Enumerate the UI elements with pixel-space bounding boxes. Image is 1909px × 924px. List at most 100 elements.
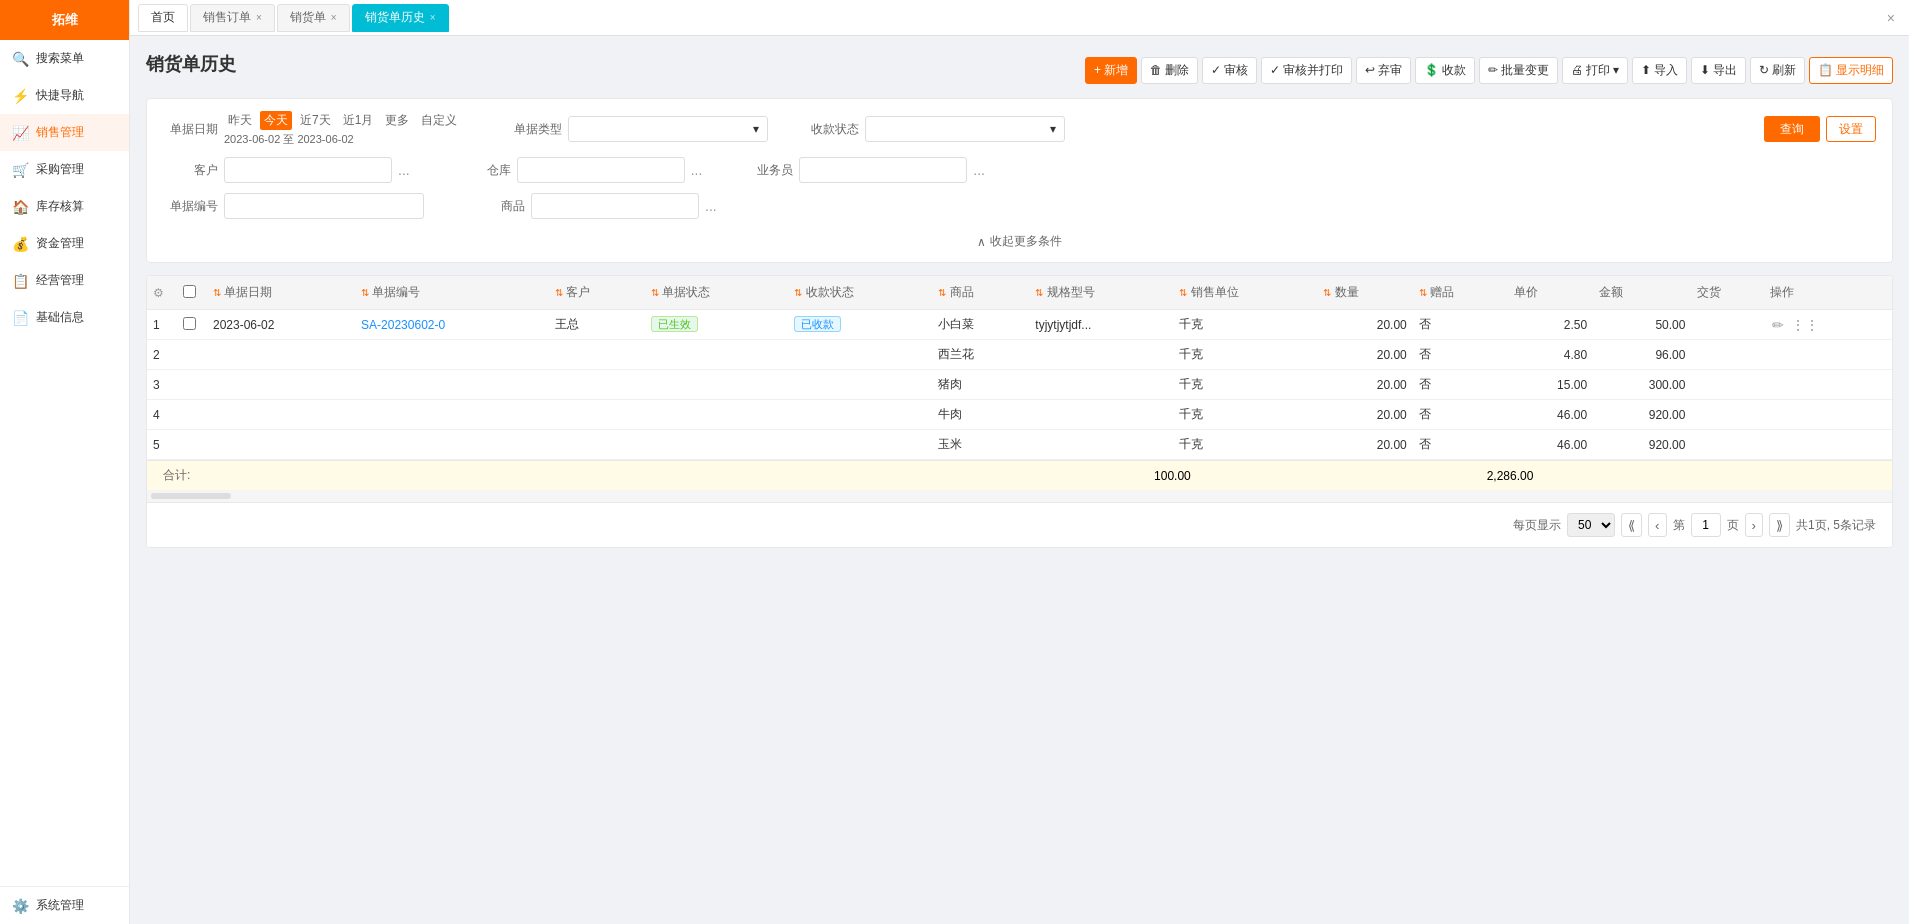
table-row: 2西兰花千克20.00否4.8096.00 bbox=[147, 340, 1892, 370]
window-close-button[interactable]: × bbox=[1881, 10, 1901, 26]
edit-action-icon[interactable]: ✏ bbox=[1772, 317, 1784, 333]
sidebar-item-sales-mgmt[interactable]: 📈 销售管理 bbox=[0, 114, 129, 151]
per-page-select[interactable]: 50 bbox=[1567, 513, 1615, 537]
col-unit[interactable]: ⇅ 销售单位 bbox=[1173, 276, 1317, 310]
cell-spec: tyjytjytjdf... bbox=[1029, 310, 1173, 340]
col-settings[interactable]: ⚙ bbox=[147, 276, 177, 310]
delete-button[interactable]: 🗑 删除 bbox=[1141, 57, 1198, 84]
filter-payment-status: 收款状态 ▾ bbox=[804, 116, 1065, 142]
batch-change-button[interactable]: ✏ 批量变更 bbox=[1479, 57, 1558, 84]
col-pay-status[interactable]: ⇅ 收款状态 bbox=[788, 276, 932, 310]
select-all-checkbox[interactable] bbox=[183, 285, 196, 298]
doc-number-input[interactable] bbox=[224, 193, 424, 219]
table-settings-icon[interactable]: ⚙ bbox=[153, 286, 164, 300]
col-date[interactable]: ⇅ 单据日期 bbox=[207, 276, 355, 310]
cell-spec bbox=[1029, 400, 1173, 430]
cell-trade bbox=[1691, 430, 1764, 460]
export-button[interactable]: ⬇ 导出 bbox=[1691, 57, 1746, 84]
prev-page-button[interactable]: ‹ bbox=[1648, 513, 1666, 537]
cell-customer bbox=[549, 430, 645, 460]
tab-sales-order[interactable]: 销售订单 × bbox=[190, 4, 275, 32]
sidebar-item-label: 销售管理 bbox=[36, 124, 84, 141]
cell-doc-no: SA-20230602-0 bbox=[355, 310, 549, 340]
print-icon: 🖨 bbox=[1571, 63, 1583, 77]
customer-input[interactable] bbox=[224, 157, 392, 183]
sidebar-item-system-mgmt[interactable]: ⚙️ 系统管理 bbox=[0, 887, 129, 924]
payment-status-select[interactable]: ▾ bbox=[865, 116, 1065, 142]
cell-gift: 否 bbox=[1413, 310, 1509, 340]
audit-button[interactable]: ✓ 审核 bbox=[1202, 57, 1257, 84]
page-number-input[interactable] bbox=[1691, 513, 1721, 537]
date-7days[interactable]: 近7天 bbox=[296, 111, 335, 130]
col-doc-no[interactable]: ⇅ 单据编号 bbox=[355, 276, 549, 310]
filter-date: 单据日期 昨天 今天 近7天 近1月 更多 自定义 2023-06-02 至 2… bbox=[163, 111, 461, 147]
col-gift[interactable]: ⇅ 赠品 bbox=[1413, 276, 1509, 310]
warehouse-dots[interactable]: ... bbox=[691, 162, 703, 178]
tab-sales-order-close[interactable]: × bbox=[256, 12, 262, 23]
col-spec[interactable]: ⇅ 规格型号 bbox=[1029, 276, 1173, 310]
date-today[interactable]: 今天 bbox=[260, 111, 292, 130]
last-page-button[interactable]: ⟫ bbox=[1769, 513, 1790, 537]
sidebar-item-label: 快捷导航 bbox=[36, 87, 84, 104]
salesperson-input[interactable] bbox=[799, 157, 967, 183]
customer-dots[interactable]: ... bbox=[398, 162, 410, 178]
doc-no-link[interactable]: SA-20230602-0 bbox=[361, 318, 445, 332]
query-button[interactable]: 查询 bbox=[1764, 116, 1820, 142]
product-dots[interactable]: ... bbox=[705, 198, 717, 214]
more-action-icon[interactable]: ⋮⋮ bbox=[1791, 317, 1819, 333]
print-button[interactable]: 🖨 打印 ▾ bbox=[1562, 57, 1628, 84]
filter-collapse-button[interactable]: ∧ 收起更多条件 bbox=[163, 229, 1876, 250]
collect-button[interactable]: 💲 收款 bbox=[1415, 57, 1475, 84]
col-qty[interactable]: ⇅ 数量 bbox=[1317, 276, 1413, 310]
horizontal-scrollbar[interactable] bbox=[147, 490, 1892, 502]
refresh-button[interactable]: ↻ 刷新 bbox=[1750, 57, 1805, 84]
tab-sales-history[interactable]: 销货单历史 × bbox=[352, 4, 449, 32]
date-more[interactable]: 更多 bbox=[381, 111, 413, 130]
warehouse-input[interactable] bbox=[517, 157, 685, 183]
date-shortcuts: 昨天 今天 近7天 近1月 更多 自定义 2023-06-02 至 2023-0… bbox=[224, 111, 461, 147]
sidebar-item-quick-nav[interactable]: ⚡ 快捷导航 bbox=[0, 77, 129, 114]
cell-checkbox bbox=[177, 340, 207, 370]
cell-doc-no bbox=[355, 430, 549, 460]
doc-type-select[interactable]: ▾ bbox=[568, 116, 768, 142]
scrollbar-thumb[interactable] bbox=[151, 493, 231, 499]
cell-pay-status: 已收款 bbox=[788, 310, 932, 340]
tab-sales-shipment-close[interactable]: × bbox=[331, 12, 337, 23]
audit-print-button[interactable]: ✓ 审核并打印 bbox=[1261, 57, 1352, 84]
show-detail-label: 显示明细 bbox=[1836, 62, 1884, 79]
row-checkbox[interactable] bbox=[183, 317, 196, 330]
tab-sales-shipment[interactable]: 销货单 × bbox=[277, 4, 350, 32]
date-custom[interactable]: 自定义 bbox=[417, 111, 461, 130]
sidebar-item-operation-mgmt[interactable]: 📋 经营管理 bbox=[0, 262, 129, 299]
cell-spec bbox=[1029, 430, 1173, 460]
sidebar-item-basic-info[interactable]: 📄 基础信息 bbox=[0, 299, 129, 336]
show-detail-button[interactable]: 📋 显示明细 bbox=[1809, 57, 1893, 84]
abandon-button[interactable]: ↩ 弃审 bbox=[1356, 57, 1411, 84]
product-input[interactable] bbox=[531, 193, 699, 219]
import-button[interactable]: ⬆ 导入 bbox=[1632, 57, 1687, 84]
audit-print-icon: ✓ bbox=[1270, 63, 1280, 77]
cell-checkbox bbox=[177, 310, 207, 340]
sidebar-item-purchase-mgmt[interactable]: 🛒 采购管理 bbox=[0, 151, 129, 188]
first-page-button[interactable]: ⟪ bbox=[1621, 513, 1642, 537]
salesperson-dots[interactable]: ... bbox=[973, 162, 985, 178]
sidebar-item-fund-mgmt[interactable]: 💰 资金管理 bbox=[0, 225, 129, 262]
page-title: 销货单历史 bbox=[146, 52, 236, 76]
date-1month[interactable]: 近1月 bbox=[339, 111, 378, 130]
date-yesterday[interactable]: 昨天 bbox=[224, 111, 256, 130]
tab-sales-history-close[interactable]: × bbox=[430, 12, 436, 23]
next-page-button[interactable]: › bbox=[1745, 513, 1763, 537]
settings-button[interactable]: 设置 bbox=[1826, 116, 1876, 142]
sort-icon: ⇅ bbox=[1179, 287, 1187, 298]
col-customer[interactable]: ⇅ 客户 bbox=[549, 276, 645, 310]
add-button[interactable]: + 新增 bbox=[1085, 57, 1137, 84]
col-product[interactable]: ⇅ 商品 bbox=[932, 276, 1029, 310]
cell-unit: 千克 bbox=[1173, 340, 1317, 370]
sidebar-item-search-menu[interactable]: 🔍 搜索菜单 bbox=[0, 40, 129, 77]
tab-home[interactable]: 首页 bbox=[138, 4, 188, 32]
search-icon: 🔍 bbox=[12, 51, 28, 67]
audit-label: 审核 bbox=[1224, 62, 1248, 79]
col-doc-status[interactable]: ⇅ 单据状态 bbox=[645, 276, 789, 310]
sidebar-item-inventory-calc[interactable]: 🏠 库存核算 bbox=[0, 188, 129, 225]
cell-action bbox=[1764, 340, 1892, 370]
